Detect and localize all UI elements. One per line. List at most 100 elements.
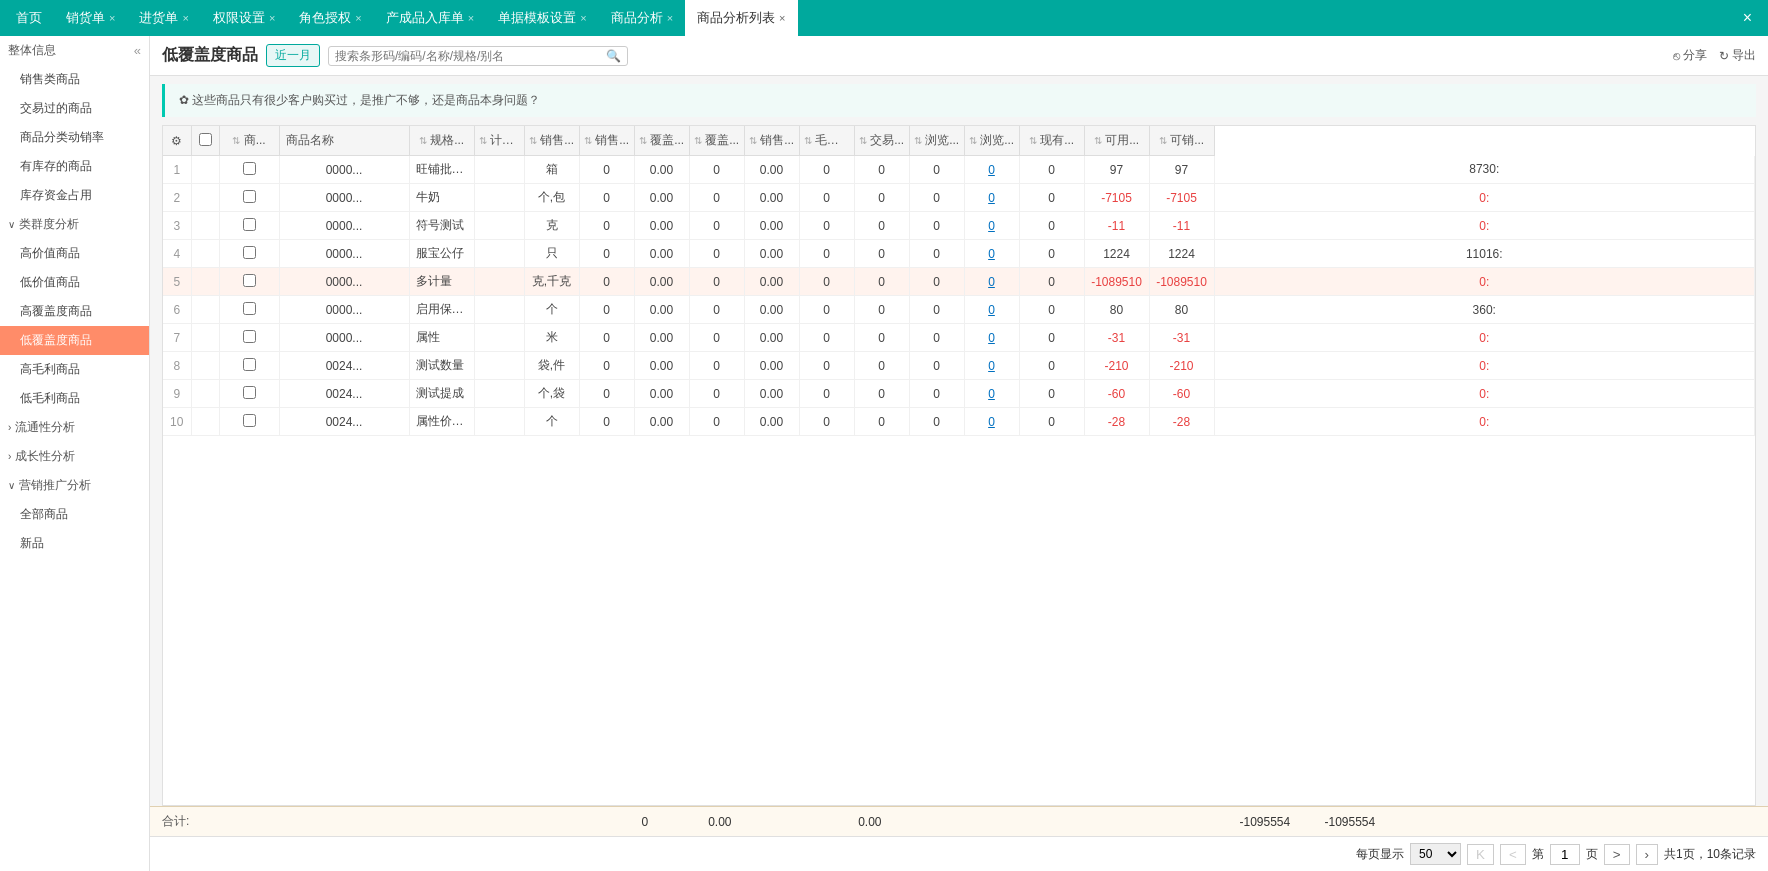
- close-icon[interactable]: ×: [182, 12, 188, 24]
- sidebar-item-low-profit[interactable]: 低毛利商品: [0, 384, 149, 413]
- time-filter-button[interactable]: 近一月: [266, 44, 320, 67]
- trade-column-header[interactable]: ⇅ 交易...: [854, 126, 909, 156]
- sku-column-header[interactable]: ⇅ 商...: [219, 126, 279, 156]
- browse1-cell[interactable]: 0: [964, 268, 1019, 296]
- last-page-button[interactable]: ›: [1636, 844, 1658, 865]
- browse1-column-header[interactable]: ⇅ 浏览...: [909, 126, 964, 156]
- close-icon[interactable]: ×: [109, 12, 115, 24]
- name-column-header[interactable]: 商品名称: [279, 126, 409, 156]
- checkbox-cell[interactable]: [219, 184, 279, 212]
- browse1-cell[interactable]: 0: [964, 184, 1019, 212]
- sidebar-collapse-button[interactable]: «: [134, 43, 141, 58]
- per-page-select[interactable]: 50 20 100: [1410, 843, 1461, 865]
- browse1-cell[interactable]: 0: [964, 240, 1019, 268]
- sales2-column-header[interactable]: ⇅ 销售...: [744, 126, 799, 156]
- row-checkbox[interactable]: [243, 190, 256, 203]
- row-checkbox[interactable]: [243, 386, 256, 399]
- sidebar-item-sales-goods[interactable]: 销售类商品: [0, 65, 149, 94]
- sidebar-item-high-profit[interactable]: 高毛利商品: [0, 355, 149, 384]
- cov2-column-header[interactable]: ⇅ 覆盖...: [689, 126, 744, 156]
- browse1-cell[interactable]: 0: [964, 296, 1019, 324]
- nav-tab-roles[interactable]: 角色授权 ×: [287, 0, 373, 36]
- close-icon[interactable]: ×: [468, 12, 474, 24]
- row-checkbox[interactable]: [243, 218, 256, 231]
- search-input[interactable]: [335, 49, 602, 63]
- export-button[interactable]: ↻ 导出: [1719, 47, 1756, 64]
- checkbox-cell[interactable]: [219, 212, 279, 240]
- checkbox-cell[interactable]: [219, 352, 279, 380]
- sales2-cell: 0: [799, 212, 854, 240]
- row-checkbox[interactable]: [243, 414, 256, 427]
- checkbox-cell[interactable]: [219, 408, 279, 436]
- sidebar-item-high-coverage[interactable]: 高覆盖度商品: [0, 297, 149, 326]
- stock2-column-header[interactable]: ⇅ 可用...: [1084, 126, 1149, 156]
- row-checkbox[interactable]: [243, 302, 256, 315]
- close-icon[interactable]: ×: [355, 12, 361, 24]
- window-close-button[interactable]: ×: [1731, 9, 1764, 27]
- sidebar-item-category-rate[interactable]: 商品分类动销率: [0, 123, 149, 152]
- close-icon[interactable]: ×: [580, 12, 586, 24]
- nav-tab-permissions[interactable]: 权限设置 ×: [201, 0, 287, 36]
- close-icon[interactable]: ×: [667, 12, 673, 24]
- share-button[interactable]: ⎋ 分享: [1673, 47, 1707, 64]
- stock3-column-header[interactable]: ⇅ 可销...: [1149, 126, 1214, 156]
- browse1-cell[interactable]: 0: [964, 408, 1019, 436]
- sidebar-item-low-coverage[interactable]: 低覆盖度商品: [0, 326, 149, 355]
- nav-tab-inventory[interactable]: 产成品入库单 ×: [374, 0, 486, 36]
- nav-tab-sales[interactable]: 销货单 ×: [54, 0, 127, 36]
- nav-tab-analysis[interactable]: 商品分析 ×: [599, 0, 685, 36]
- data-table-container[interactable]: ⚙ ⇅ 商... 商品名称 ⇅ 规格... ⇅ 计量... ⇅ 销售... ⇅ …: [162, 125, 1756, 806]
- checkbox-cell[interactable]: [219, 268, 279, 296]
- row-checkbox[interactable]: [243, 358, 256, 371]
- prev-page-button[interactable]: <: [1500, 844, 1526, 865]
- unit-column-header[interactable]: ⇅ 计量...: [474, 126, 524, 156]
- settings-column-header[interactable]: ⚙: [163, 126, 191, 156]
- sidebar-section-flow[interactable]: › 流通性分析: [0, 413, 149, 442]
- row-checkbox[interactable]: [243, 162, 256, 175]
- page-number-input[interactable]: [1550, 844, 1580, 865]
- nav-tab-home[interactable]: 首页: [4, 0, 54, 36]
- stock1-column-header[interactable]: ⇅ 现有...: [1019, 126, 1084, 156]
- browse1-cell[interactable]: 0: [964, 212, 1019, 240]
- close-icon[interactable]: ×: [779, 12, 785, 24]
- browse1-cell[interactable]: 0: [964, 156, 1019, 184]
- checkbox-column-header[interactable]: [191, 126, 219, 156]
- row-checkbox[interactable]: [243, 330, 256, 343]
- row-checkbox[interactable]: [243, 246, 256, 259]
- next-page-button[interactable]: >: [1604, 844, 1630, 865]
- row-checkbox[interactable]: [243, 274, 256, 287]
- sidebar-section-growth[interactable]: › 成长性分析: [0, 442, 149, 471]
- sidebar-item-stocked-goods[interactable]: 有库存的商品: [0, 152, 149, 181]
- browse1-cell[interactable]: 0: [964, 380, 1019, 408]
- nav-tab-template[interactable]: 单据模板设置 ×: [486, 0, 598, 36]
- select-all-checkbox[interactable]: [199, 133, 212, 146]
- nav-tab-analysis-list[interactable]: 商品分析列表 ×: [685, 0, 797, 36]
- sidebar-item-low-value[interactable]: 低价值商品: [0, 268, 149, 297]
- sales-amt-column-header[interactable]: ⇅ 销售...: [579, 126, 634, 156]
- sidebar-section-tier[interactable]: ∨ 类群度分析: [0, 210, 149, 239]
- nav-tab-purchase[interactable]: 进货单 ×: [127, 0, 200, 36]
- checkbox-cell[interactable]: [219, 324, 279, 352]
- first-page-button[interactable]: K: [1467, 844, 1494, 865]
- sidebar-item-high-value[interactable]: 高价值商品: [0, 239, 149, 268]
- sales-qty-column-header[interactable]: ⇅ 销售...: [524, 126, 579, 156]
- checkbox-cell[interactable]: [219, 240, 279, 268]
- browse2-column-header[interactable]: ⇅ 浏览...: [964, 126, 1019, 156]
- gpm-column-header[interactable]: ⇅ 毛利率: [799, 126, 854, 156]
- sidebar-section-marketing[interactable]: ∨ 营销推广分析: [0, 471, 149, 500]
- close-icon[interactable]: ×: [269, 12, 275, 24]
- checkbox-cell[interactable]: [219, 380, 279, 408]
- sidebar-item-new-goods[interactable]: 新品: [0, 529, 149, 558]
- checkbox-cell[interactable]: [219, 296, 279, 324]
- table-row: 7 0000... 属性 米 0 0.00 0 0.00 0 0 0 0 0 -…: [163, 324, 1755, 352]
- spec-column-header[interactable]: ⇅ 规格...: [409, 126, 474, 156]
- browse1-cell[interactable]: 0: [964, 324, 1019, 352]
- stock2-cell: -11: [1149, 212, 1214, 240]
- checkbox-cell[interactable]: [219, 156, 279, 184]
- sidebar-item-capital[interactable]: 库存资金占用: [0, 181, 149, 210]
- search-icon[interactable]: 🔍: [606, 49, 621, 63]
- browse1-cell[interactable]: 0: [964, 352, 1019, 380]
- sidebar-item-all-goods[interactable]: 全部商品: [0, 500, 149, 529]
- sidebar-item-traded-goods[interactable]: 交易过的商品: [0, 94, 149, 123]
- cov1-column-header[interactable]: ⇅ 覆盖...: [634, 126, 689, 156]
